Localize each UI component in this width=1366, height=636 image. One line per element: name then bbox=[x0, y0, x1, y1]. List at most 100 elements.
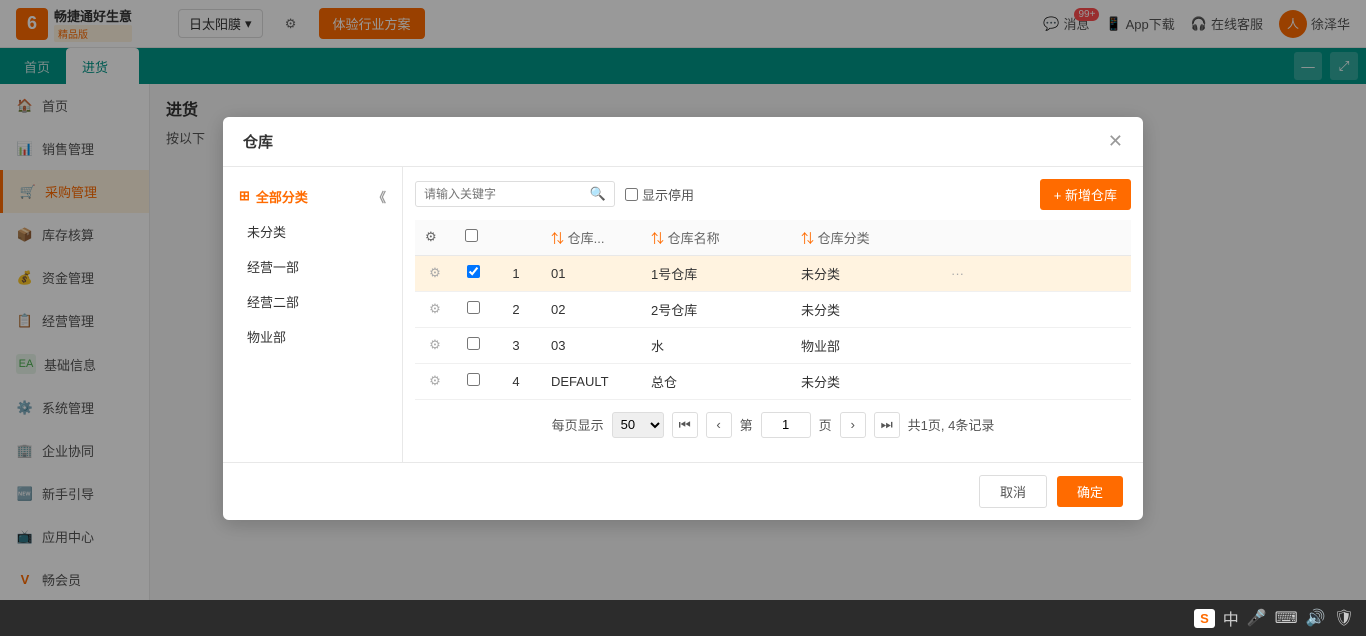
select-all-checkbox[interactable] bbox=[465, 229, 478, 242]
row-name: 总仓 bbox=[641, 363, 791, 399]
search-input[interactable] bbox=[424, 187, 590, 201]
taskbar-icon2[interactable]: 🛡 bbox=[1334, 608, 1354, 628]
col-header-index bbox=[491, 220, 541, 256]
first-page-button[interactable]: ⏮ bbox=[672, 412, 698, 438]
row-gear[interactable]: ⚙ bbox=[415, 291, 455, 327]
warehouse-dialog: 仓库 ✕ ⊞ 全部分类 《 未分类 经营一部 经营二部 物业部 bbox=[223, 117, 1143, 520]
page-unit: 页 bbox=[819, 415, 832, 434]
per-page-label: 每页显示 bbox=[552, 415, 604, 434]
row-code: 03 bbox=[541, 327, 641, 363]
all-categories-item[interactable]: ⊞ 全部分类 《 bbox=[223, 179, 402, 214]
warehouse-table: ⚙ ⇅ 仓库... bbox=[415, 220, 1131, 400]
row-actions bbox=[941, 291, 1131, 327]
table-row[interactable]: ⚙ 3 03 水 物业部 bbox=[415, 327, 1131, 363]
add-warehouse-button[interactable]: + 新增仓库 bbox=[1040, 179, 1131, 210]
col-header-cat: ⇅ 仓库分类 bbox=[791, 220, 941, 256]
dialog-overlay: 仓库 ✕ ⊞ 全部分类 《 未分类 经营一部 经营二部 物业部 bbox=[0, 0, 1366, 636]
row-cat: 物业部 bbox=[791, 327, 941, 363]
pagination: 每页显示 50 100 ⏮ ‹ 第 页 › ⏭ 共1页, 4条记录 bbox=[415, 400, 1131, 450]
row-check[interactable] bbox=[455, 363, 491, 399]
table-row[interactable]: ⚙ 1 01 1号仓库 未分类 ··· bbox=[415, 255, 1131, 291]
row-gear[interactable]: ⚙ bbox=[415, 327, 455, 363]
row-checkbox[interactable] bbox=[467, 301, 480, 314]
cat-item-dept1[interactable]: 经营一部 bbox=[223, 249, 402, 284]
dialog-footer: 取消 确定 bbox=[223, 462, 1143, 520]
row-index: 3 bbox=[491, 327, 541, 363]
row-check[interactable] bbox=[455, 255, 491, 291]
mic-icon[interactable]: 🎤 bbox=[1247, 608, 1267, 628]
cat-item-unclassified[interactable]: 未分类 bbox=[223, 214, 402, 249]
row-gear-icon: ⚙ bbox=[429, 301, 441, 316]
row-cat: 未分类 bbox=[791, 291, 941, 327]
dialog-body: ⊞ 全部分类 《 未分类 经营一部 经营二部 物业部 🔍 bbox=[223, 167, 1143, 462]
row-index: 4 bbox=[491, 363, 541, 399]
show-disabled-label: 显示停用 bbox=[642, 185, 694, 204]
prev-page-button[interactable]: ‹ bbox=[706, 412, 732, 438]
last-page-button[interactable]: ⏭ bbox=[874, 412, 900, 438]
row-gear-icon: ⚙ bbox=[429, 373, 441, 388]
row-checkbox[interactable] bbox=[467, 337, 480, 350]
dialog-title: 仓库 bbox=[243, 131, 273, 152]
table-area: 🔍 显示停用 + 新增仓库 ⚙ bbox=[403, 167, 1143, 462]
category-sidebar: ⊞ 全部分类 《 未分类 经营一部 经营二部 物业部 bbox=[223, 167, 403, 462]
table-body: ⚙ 1 01 1号仓库 未分类 ··· ⚙ 2 02 2号仓库 未分类 ⚙ 3 … bbox=[415, 255, 1131, 399]
cancel-button[interactable]: 取消 bbox=[979, 475, 1047, 508]
all-categories-label: 全部分类 bbox=[256, 187, 308, 206]
col-header-check bbox=[455, 220, 491, 256]
sort-icon-code: ⇅ bbox=[551, 231, 564, 246]
table-header: ⚙ ⇅ 仓库... bbox=[415, 220, 1131, 256]
search-box: 🔍 bbox=[415, 181, 615, 207]
show-disabled-checkbox[interactable]: 显示停用 bbox=[625, 185, 694, 204]
row-name: 水 bbox=[641, 327, 791, 363]
col-header-code: ⇅ 仓库... bbox=[541, 220, 641, 256]
row-code: 01 bbox=[541, 255, 641, 291]
row-actions bbox=[941, 327, 1131, 363]
row-actions bbox=[941, 363, 1131, 399]
cat-item-property[interactable]: 物业部 bbox=[223, 319, 402, 354]
row-gear-icon: ⚙ bbox=[429, 265, 441, 280]
table-row[interactable]: ⚙ 4 DEFAULT 总仓 未分类 bbox=[415, 363, 1131, 399]
search-icon: 🔍 bbox=[590, 186, 606, 202]
cat-item-dept2[interactable]: 经营二部 bbox=[223, 284, 402, 319]
row-gear-icon: ⚙ bbox=[429, 337, 441, 352]
col-header-actions bbox=[941, 220, 1131, 256]
row-checkbox[interactable] bbox=[467, 373, 480, 386]
chinese-input-icon[interactable]: 中 bbox=[1223, 606, 1239, 630]
row-name: 1号仓库 bbox=[641, 255, 791, 291]
row-actions: ··· bbox=[941, 255, 1131, 291]
page-label: 第 bbox=[740, 415, 753, 434]
confirm-button[interactable]: 确定 bbox=[1057, 476, 1123, 507]
row-cat: 未分类 bbox=[791, 363, 941, 399]
grid-icon: ⊞ bbox=[239, 188, 250, 204]
show-disabled-check[interactable] bbox=[625, 188, 638, 201]
gear-header-icon[interactable]: ⚙ bbox=[425, 229, 437, 244]
row-check[interactable] bbox=[455, 327, 491, 363]
total-records: 共1页, 4条记录 bbox=[908, 415, 995, 434]
per-page-select[interactable]: 50 100 bbox=[612, 412, 664, 438]
bottom-bar: S 中 🎤 ⌨ 🔊 🛡 bbox=[0, 600, 1366, 636]
dialog-close-button[interactable]: ✕ bbox=[1108, 131, 1123, 152]
row-gear[interactable]: ⚙ bbox=[415, 363, 455, 399]
table-row[interactable]: ⚙ 2 02 2号仓库 未分类 bbox=[415, 291, 1131, 327]
sort-icon-name: ⇅ bbox=[651, 231, 664, 246]
row-index: 2 bbox=[491, 291, 541, 327]
page-number-input[interactable] bbox=[761, 412, 811, 438]
row-checkbox[interactable] bbox=[467, 265, 480, 278]
next-page-button[interactable]: › bbox=[840, 412, 866, 438]
row-check[interactable] bbox=[455, 291, 491, 327]
table-toolbar: 🔍 显示停用 + 新增仓库 bbox=[415, 179, 1131, 210]
col-header-name: ⇅ 仓库名称 bbox=[641, 220, 791, 256]
dialog-header: 仓库 ✕ bbox=[223, 117, 1143, 167]
row-code: 02 bbox=[541, 291, 641, 327]
row-ellipsis-button[interactable]: ··· bbox=[951, 266, 964, 281]
brand-s-icon: S bbox=[1194, 609, 1215, 628]
row-name: 2号仓库 bbox=[641, 291, 791, 327]
row-index: 1 bbox=[491, 255, 541, 291]
sort-icon-cat: ⇅ bbox=[801, 231, 814, 246]
row-code: DEFAULT bbox=[541, 363, 641, 399]
col-header-gear: ⚙ bbox=[415, 220, 455, 256]
row-gear[interactable]: ⚙ bbox=[415, 255, 455, 291]
keyboard-icon[interactable]: ⌨ bbox=[1275, 608, 1298, 628]
collapse-icon[interactable]: 《 bbox=[373, 187, 386, 206]
taskbar-icon1[interactable]: 🔊 bbox=[1306, 608, 1326, 628]
